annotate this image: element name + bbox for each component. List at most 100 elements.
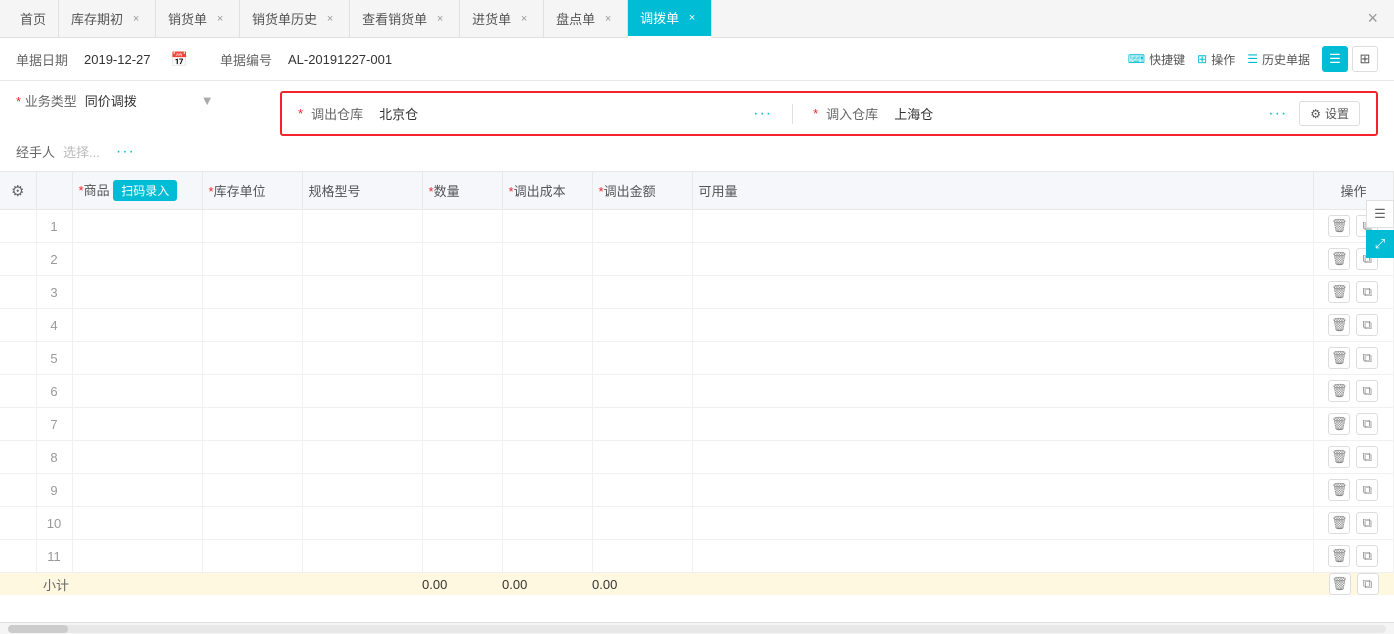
column-settings-button[interactable]: ⚙ (11, 182, 24, 200)
scrollbar-track[interactable] (8, 625, 1386, 633)
business-type-dropdown[interactable]: 同价调拨 ▼ (85, 91, 214, 110)
row-11-unit[interactable] (202, 540, 302, 573)
row-7-qty[interactable] (422, 408, 502, 441)
row-2-delete-button[interactable]: 🗑 (1328, 248, 1350, 270)
tab-close-purchase-order[interactable]: × (517, 12, 531, 26)
row-9-unit[interactable] (202, 474, 302, 507)
row-6-delete-button[interactable]: 🗑 (1328, 380, 1350, 402)
row-6-unit[interactable] (202, 375, 302, 408)
row-10-qty[interactable] (422, 507, 502, 540)
row-3-cost[interactable] (502, 276, 592, 309)
row-6-amount[interactable] (592, 375, 692, 408)
row-10-copy-button[interactable]: ⧉ (1356, 512, 1378, 534)
row-2-spec[interactable] (302, 243, 422, 276)
row-5-spec[interactable] (302, 342, 422, 375)
row-8-unit[interactable] (202, 441, 302, 474)
tab-close-sales-history[interactable]: × (323, 12, 337, 26)
row-7-amount[interactable] (592, 408, 692, 441)
row-7-product[interactable] (72, 408, 202, 441)
row-9-amount[interactable] (592, 474, 692, 507)
warehouse-setting-button[interactable]: ⚙ 设置 (1299, 101, 1360, 126)
right-expand-button[interactable]: ⤢ (1366, 230, 1394, 258)
row-4-copy-button[interactable]: ⧉ (1356, 314, 1378, 336)
row-6-product[interactable] (72, 375, 202, 408)
tab-inventory-init[interactable]: 库存期初 × (59, 0, 156, 38)
row-10-product[interactable] (72, 507, 202, 540)
row-8-product[interactable] (72, 441, 202, 474)
row-8-amount[interactable] (592, 441, 692, 474)
row-11-spec[interactable] (302, 540, 422, 573)
row-9-delete-button[interactable]: 🗑 (1328, 479, 1350, 501)
row-1-spec[interactable] (302, 210, 422, 243)
row-7-spec[interactable] (302, 408, 422, 441)
row-4-product[interactable] (72, 309, 202, 342)
row-3-amount[interactable] (592, 276, 692, 309)
row-7-unit[interactable] (202, 408, 302, 441)
row-3-delete-button[interactable]: 🗑 (1328, 281, 1350, 303)
row-7-cost[interactable] (502, 408, 592, 441)
tab-view-sales[interactable]: 查看销货单 × (350, 0, 460, 38)
row-10-delete-button[interactable]: 🗑 (1328, 512, 1350, 534)
subtotal-copy-button[interactable]: ⧉ (1357, 573, 1379, 595)
operations-button[interactable]: ⊞ 操作 (1197, 51, 1235, 68)
person-more-button[interactable]: ··· (116, 143, 135, 161)
tab-close-view-sales[interactable]: × (433, 12, 447, 26)
row-1-product[interactable] (72, 210, 202, 243)
grid-view-button[interactable]: ⊞ (1352, 46, 1378, 72)
shortcuts-button[interactable]: ⌨ 快捷键 (1128, 51, 1185, 68)
row-10-amount[interactable] (592, 507, 692, 540)
row-10-spec[interactable] (302, 507, 422, 540)
tab-close-transfer-order[interactable]: × (685, 11, 699, 25)
row-2-qty[interactable] (422, 243, 502, 276)
row-5-copy-button[interactable]: ⧉ (1356, 347, 1378, 369)
row-9-spec[interactable] (302, 474, 422, 507)
tab-transfer-order[interactable]: 调拨单 × (628, 0, 712, 38)
row-11-copy-button[interactable]: ⧉ (1356, 545, 1378, 567)
row-5-amount[interactable] (592, 342, 692, 375)
row-8-spec[interactable] (302, 441, 422, 474)
row-11-cost[interactable] (502, 540, 592, 573)
row-1-cost[interactable] (502, 210, 592, 243)
row-3-qty[interactable] (422, 276, 502, 309)
row-10-unit[interactable] (202, 507, 302, 540)
tab-sales-history[interactable]: 销货单历史 × (240, 0, 350, 38)
row-2-unit[interactable] (202, 243, 302, 276)
scan-input-button[interactable]: 扫码录入 (113, 180, 177, 201)
row-8-qty[interactable] (422, 441, 502, 474)
tab-sales-order[interactable]: 销货单 × (156, 0, 240, 38)
horizontal-scrollbar[interactable] (0, 622, 1394, 634)
row-3-copy-button[interactable]: ⧉ (1356, 281, 1378, 303)
row-3-unit[interactable] (202, 276, 302, 309)
row-2-product[interactable] (72, 243, 202, 276)
row-6-qty[interactable] (422, 375, 502, 408)
in-warehouse-more-button[interactable]: ··· (1268, 105, 1287, 123)
row-4-qty[interactable] (422, 309, 502, 342)
row-7-delete-button[interactable]: 🗑 (1328, 413, 1350, 435)
row-5-qty[interactable] (422, 342, 502, 375)
close-all-tabs-button[interactable]: × (1359, 8, 1386, 29)
row-5-unit[interactable] (202, 342, 302, 375)
row-9-copy-button[interactable]: ⧉ (1356, 479, 1378, 501)
tab-close-sales-order[interactable]: × (213, 12, 227, 26)
row-6-cost[interactable] (502, 375, 592, 408)
subtotal-delete-button[interactable]: 🗑 (1329, 573, 1351, 595)
row-1-amount[interactable] (592, 210, 692, 243)
right-list-button[interactable]: ☰ (1366, 200, 1394, 228)
row-4-spec[interactable] (302, 309, 422, 342)
tab-close-inventory-init[interactable]: × (129, 12, 143, 26)
tab-close-inventory-check[interactable]: × (601, 12, 615, 26)
person-select[interactable]: 选择... (63, 142, 100, 161)
row-1-unit[interactable] (202, 210, 302, 243)
row-1-qty[interactable] (422, 210, 502, 243)
row-2-amount[interactable] (592, 243, 692, 276)
row-11-product[interactable] (72, 540, 202, 573)
tab-purchase-order[interactable]: 进货单 × (460, 0, 544, 38)
scrollbar-thumb[interactable] (8, 625, 68, 633)
row-8-delete-button[interactable]: 🗑 (1328, 446, 1350, 468)
row-2-cost[interactable] (502, 243, 592, 276)
row-5-delete-button[interactable]: 🗑 (1328, 347, 1350, 369)
calendar-icon[interactable]: 📅 (171, 51, 188, 68)
row-11-qty[interactable] (422, 540, 502, 573)
row-6-copy-button[interactable]: ⧉ (1356, 380, 1378, 402)
list-view-button[interactable]: ☰ (1322, 46, 1348, 72)
